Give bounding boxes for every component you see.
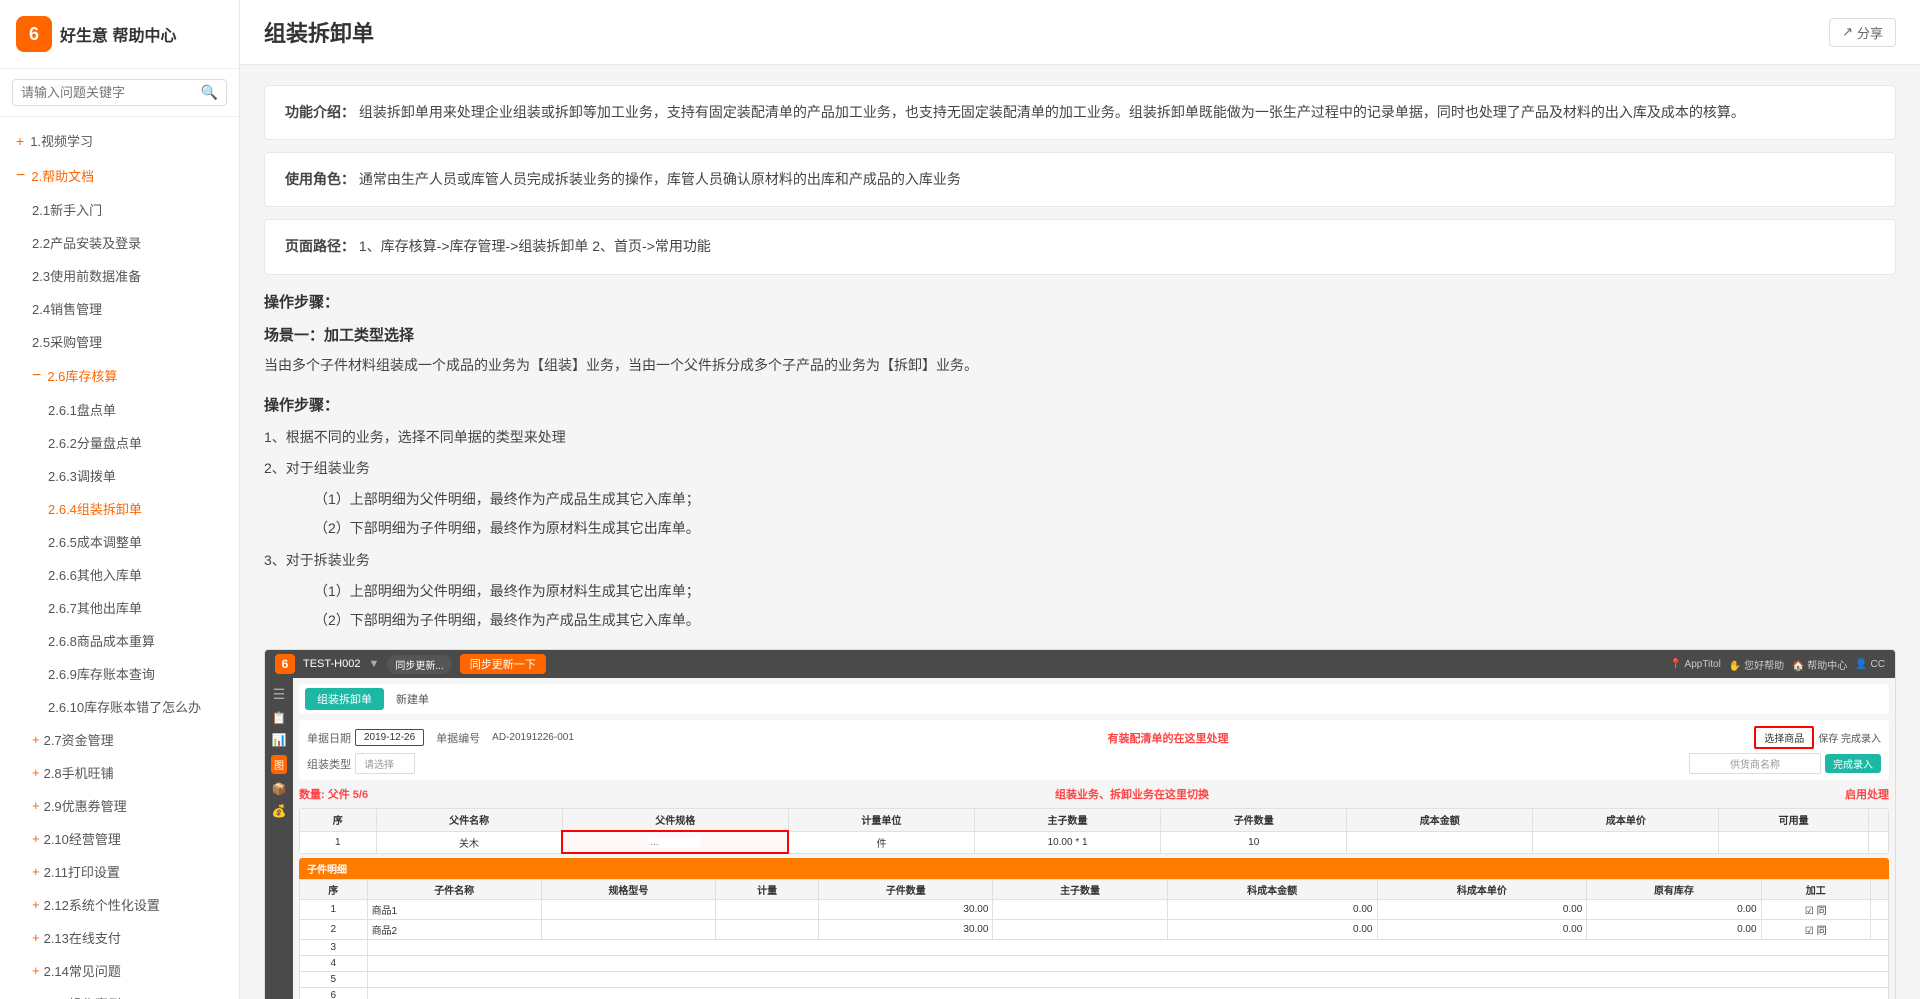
- sidebar-item-stocktake[interactable]: 2.6.1盘点单: [0, 393, 239, 426]
- search-wrap[interactable]: 🔍: [12, 79, 227, 106]
- sim-search-input[interactable]: 供货商名称: [1689, 753, 1821, 774]
- ops-steps-title: 操作步骤：: [264, 394, 1896, 415]
- step3-sub2: （2）下部明细为子件明细，最终作为产成品生成其它入库单。: [314, 608, 1896, 633]
- sidebar-item-cases[interactable]: + 2.15操作案例: [0, 987, 239, 999]
- sim-parent-spec-input[interactable]: [650, 837, 700, 848]
- scene1-title: 场景一：加工类型选择: [264, 324, 1896, 345]
- scene1-desc: 当由多个子件材料组装成一个成品的业务为【组装】业务，当由一个父件拆分成多个子产品…: [264, 353, 1896, 378]
- step1: 1、根据不同的业务，选择不同单据的类型来处理: [264, 425, 1896, 450]
- content-area: 功能介绍： 组装拆卸单用来处理企业组装或拆卸等加工业务，支持有固定装配清单的产品…: [240, 65, 1920, 999]
- sidebar-item-mobile[interactable]: + 2.8手机旺铺: [0, 756, 239, 789]
- sim-order-label: 单据编号: [436, 730, 480, 746]
- step2: 2、对于组装业务: [264, 456, 1896, 481]
- page-header: 组装拆卸单 ↗ 分享: [240, 0, 1920, 65]
- search-icon: 🔍: [201, 84, 218, 101]
- plus-icon: +: [16, 133, 24, 149]
- sidebar-item-finance[interactable]: + 2.7资金管理: [0, 723, 239, 756]
- sim-system-name: TEST-H002: [303, 658, 360, 670]
- app-logo-icon: 6: [16, 16, 52, 52]
- path-text: 1、库存核算->库存管理->组装拆卸单 2、首页->常用功能: [359, 238, 711, 254]
- sidebar-item-newbie[interactable]: 2.1新手入门: [0, 193, 239, 226]
- sidebar-item-assembly[interactable]: 2.6.4组装拆卸单: [0, 492, 239, 525]
- step2-sub2: （2）下部明细为子件明细，最终作为原材料生成其它出库单。: [314, 516, 1896, 541]
- minus-icon: −: [16, 168, 25, 184]
- sidebar-item-cost-adjust[interactable]: 2.6.5成本调整单: [0, 525, 239, 558]
- search-input[interactable]: [21, 85, 201, 100]
- step2-sub1: （1）上部明细为父件明细，最终作为产成品生成其它入库单；: [314, 487, 1896, 512]
- sim-tab-new[interactable]: 新建单: [388, 688, 437, 710]
- sidebar-item-sales[interactable]: 2.4销售管理: [0, 292, 239, 325]
- sim-new-order-btn[interactable]: 同步更新一下: [460, 654, 546, 674]
- path-label: 页面路径：: [285, 238, 355, 254]
- search-box: 🔍: [0, 69, 239, 117]
- step3-sub1: （1）上部明细为父件明细，最终作为原材料生成其它出库单；: [314, 579, 1896, 604]
- func-intro-label: 功能介绍：: [285, 104, 355, 120]
- sidebar-item-print[interactable]: + 2.11打印设置: [0, 855, 239, 888]
- sidebar-item-online-pay[interactable]: + 2.13在线支付: [0, 921, 239, 954]
- sidebar-item-faq[interactable]: + 2.14常见问题: [0, 954, 239, 987]
- func-intro-block: 功能介绍： 组装拆卸单用来处理企业组装或拆卸等加工业务，支持有固定装配清单的产品…: [264, 85, 1896, 140]
- ops-title: 操作步骤：: [264, 291, 1896, 312]
- sidebar-item-ops[interactable]: + 2.10经营管理: [0, 822, 239, 855]
- minus-icon-inventory: −: [32, 368, 41, 384]
- sidebar-item-install[interactable]: 2.2产品安装及登录: [0, 226, 239, 259]
- sim-type-select[interactable]: 请选择: [355, 753, 415, 774]
- sidebar-item-other-in[interactable]: 2.6.6其他入库单: [0, 558, 239, 591]
- func-intro-text: 组装拆卸单用来处理企业组装或拆卸等加工业务，支持有固定装配清单的产品加工业务，也…: [359, 104, 1745, 120]
- role-text: 通常由生产人员或库管人员完成拆装业务的操作，库管人员确认原材料的出库和产成品的入…: [359, 171, 961, 187]
- sidebar-item-inventory[interactable]: − 2.6库存核算: [0, 358, 239, 393]
- main-content: 组装拆卸单 ↗ 分享 功能介绍： 组装拆卸单用来处理企业组装或拆卸等加工业务，支…: [240, 0, 1920, 999]
- sim-annotation-3: 启用处理: [1845, 786, 1889, 802]
- sidebar-item-partial-stocktake[interactable]: 2.6.2分量盘点单: [0, 426, 239, 459]
- sim-screenshot-wrapper: 6 TEST-H002 ▼ 同步更新... 同步更新一下 📍 AppTitol …: [265, 650, 1895, 999]
- sim-annotation-1: 有装配清单的在这里处理: [594, 730, 1742, 746]
- sidebar-item-videos[interactable]: + 1.视频学习: [0, 123, 239, 158]
- sim-annotation-count: 数量: 父件 5/6: [299, 786, 419, 802]
- role-block: 使用角色： 通常由生产人员或库管人员完成拆装业务的操作，库管人员确认原材料的出库…: [264, 152, 1896, 207]
- step3: 3、对于拆装业务: [264, 548, 1896, 573]
- sim-order-value: AD-20191226-001: [484, 730, 582, 745]
- role-label: 使用角色：: [285, 171, 355, 187]
- share-button[interactable]: ↗ 分享: [1829, 18, 1896, 47]
- sidebar-item-account-error[interactable]: 2.6.10库存账本错了怎么办: [0, 690, 239, 723]
- sim-tab-assembly[interactable]: 组装拆卸单: [305, 688, 384, 710]
- nav-section: + 1.视频学习 − 2.帮助文档 2.1新手入门 2.2产品安装及登录 2.3…: [0, 117, 239, 999]
- sidebar-item-data[interactable]: 2.3使用前数据准备: [0, 259, 239, 292]
- sidebar-item-coupon[interactable]: + 2.9优惠券管理: [0, 789, 239, 822]
- sim-annotation-2: 组装业务、拆卸业务在这里切换: [419, 786, 1845, 802]
- screenshot-container: 6 TEST-H002 ▼ 同步更新... 同步更新一下 📍 AppTitol …: [264, 649, 1896, 999]
- page-title: 组装拆卸单: [264, 16, 374, 48]
- sidebar: 6 好生意 帮助中心 🔍 + 1.视频学习 − 2.帮助文档 2.1新手入门 2…: [0, 0, 240, 999]
- app-name: 好生意 帮助中心: [60, 22, 176, 46]
- sim-confirm-btn[interactable]: 完成录入: [1825, 754, 1881, 773]
- sidebar-item-other-out[interactable]: 2.6.7其他出库单: [0, 591, 239, 624]
- path-block: 页面路径： 1、库存核算->库存管理->组装拆卸单 2、首页->常用功能: [264, 219, 1896, 274]
- sim-assembly-type-label: 组装类型: [307, 756, 351, 772]
- sim-date-value[interactable]: 2019-12-26: [355, 729, 424, 746]
- sim-table2-title: 子件明细: [307, 861, 347, 876]
- sim-select-goods-btn[interactable]: 选择商品: [1754, 726, 1814, 749]
- logo-area: 6 好生意 帮助中心: [0, 0, 239, 69]
- sim-date-label: 单据日期: [307, 730, 351, 746]
- sidebar-item-transfer[interactable]: 2.6.3调拨单: [0, 459, 239, 492]
- sidebar-item-cost-recalc[interactable]: 2.6.8商品成本重算: [0, 624, 239, 657]
- sidebar-item-stock-query[interactable]: 2.6.9库存账本查询: [0, 657, 239, 690]
- share-icon: ↗: [1842, 24, 1853, 40]
- sidebar-item-docs[interactable]: − 2.帮助文档: [0, 158, 239, 193]
- sidebar-item-customize[interactable]: + 2.12系统个性化设置: [0, 888, 239, 921]
- sidebar-item-purchase[interactable]: 2.5采购管理: [0, 325, 239, 358]
